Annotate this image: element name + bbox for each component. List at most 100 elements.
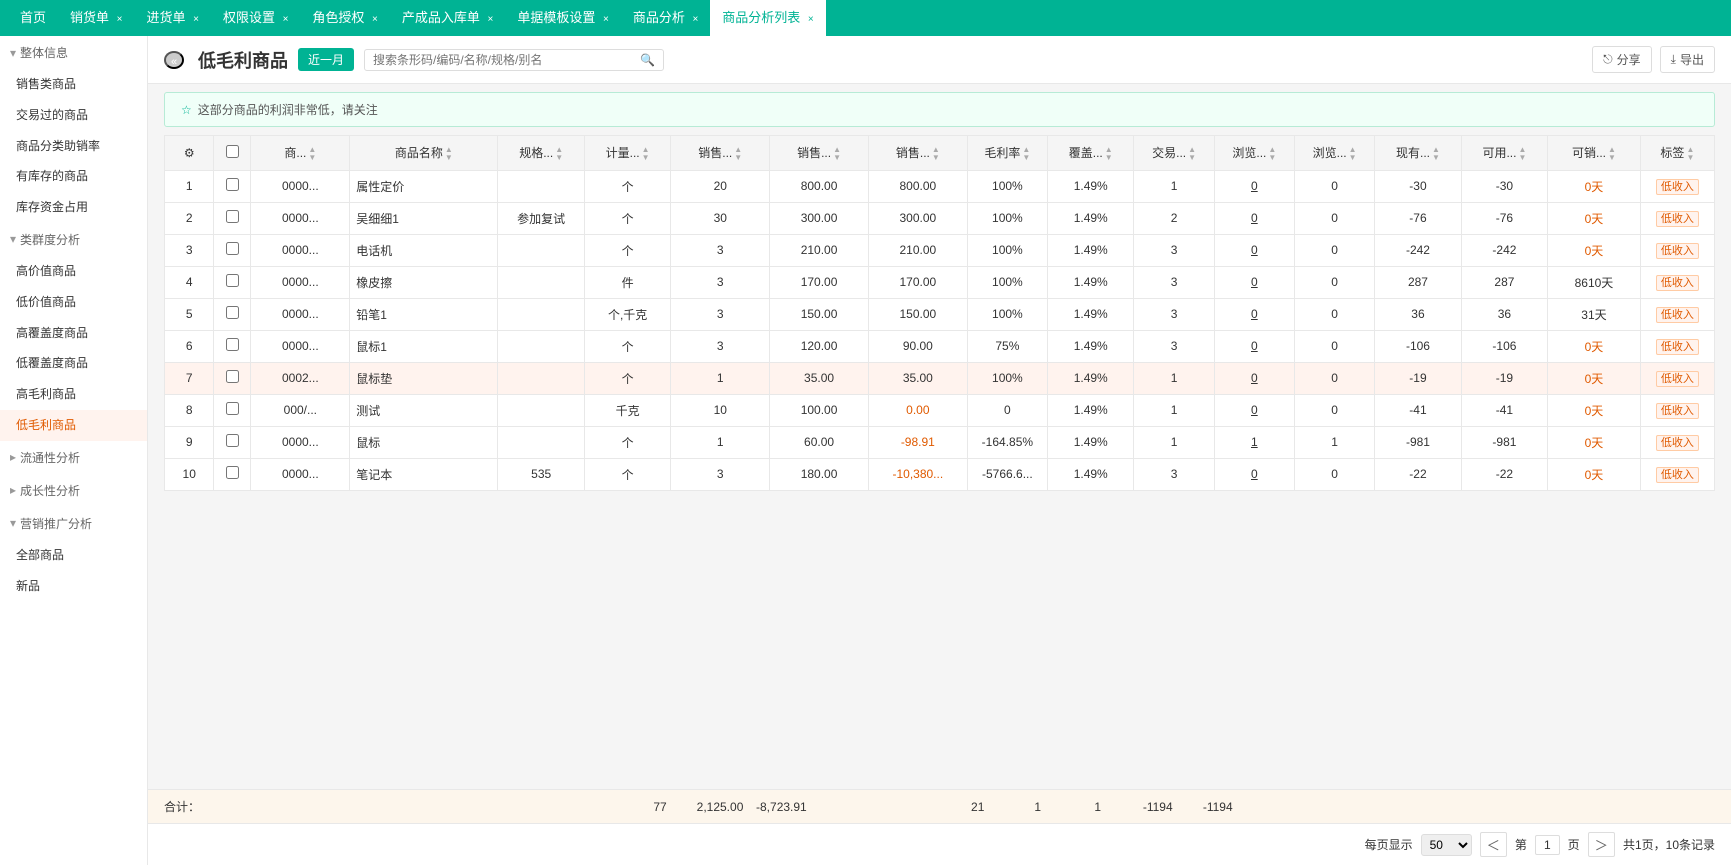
nav-product-entry[interactable]: 产成品入库单 × [390,0,505,36]
th-current[interactable]: 现有...▲▼ [1375,136,1461,171]
nav-role[interactable]: 角色授权 × [300,0,389,36]
row-code-4: 0000... [251,298,350,330]
sidebar-item-all-goods[interactable]: 全部商品 [0,540,147,571]
row-name-9[interactable]: 笔记本 [350,458,498,490]
th-tag[interactable]: 标签▲▼ [1640,136,1714,171]
row-trade-5: 3 [1134,330,1214,362]
th-coverage[interactable]: 覆盖...▲▼ [1048,136,1134,171]
row-browse1-0[interactable]: 0 [1214,170,1294,202]
row-browse1-3[interactable]: 0 [1214,266,1294,298]
share-button[interactable]: ⎋ 分享 [1592,46,1652,73]
row-check-3[interactable] [214,266,251,298]
sidebar-group-marketing[interactable]: ▾ 营销推广分析 [0,507,147,540]
th-settings[interactable]: ⚙ [165,136,214,171]
top-nav: 首页 销货单 × 进货单 × 权限设置 × 角色授权 × 产成品入库单 × 单据… [0,0,1731,36]
search-input[interactable] [373,53,640,67]
search-icon[interactable]: 🔍 [640,53,655,67]
nav-home[interactable]: 首页 [8,0,58,36]
row-browse1-8[interactable]: 1 [1214,426,1294,458]
sidebar-item-sales-goods[interactable]: 销售类商品 [0,69,147,100]
row-name-3[interactable]: 橡皮擦 [350,266,498,298]
th-browse2[interactable]: 浏览...▲▼ [1294,136,1374,171]
th-unit[interactable]: 计量...▲▼ [584,136,670,171]
row-name-8[interactable]: 鼠标 [350,426,498,458]
th-check[interactable] [214,136,251,171]
sidebar-item-traded-goods[interactable]: 交易过的商品 [0,100,147,131]
period-button[interactable]: 近一月 [298,48,354,71]
row-check-4[interactable] [214,298,251,330]
row-browse1-1[interactable]: 0 [1214,202,1294,234]
row-num-1: 2 [165,202,214,234]
nav-sales[interactable]: 销货单 × [58,0,134,36]
sidebar-item-low-profit[interactable]: 低毛利商品 [0,410,147,441]
sidebar-item-high-coverage[interactable]: 高覆盖度商品 [0,318,147,349]
sidebar-item-high-profit[interactable]: 高毛利商品 [0,379,147,410]
sidebar-item-stock-goods[interactable]: 有库存的商品 [0,161,147,192]
th-gross-rate[interactable]: 毛利率▲▼ [967,136,1047,171]
sidebar-item-low-coverage[interactable]: 低覆盖度商品 [0,348,147,379]
row-browse1-2[interactable]: 0 [1214,234,1294,266]
row-name-7[interactable]: 测试 [350,394,498,426]
nav-permission[interactable]: 权限设置 × [211,0,300,36]
th-trade[interactable]: 交易...▲▼ [1134,136,1214,171]
row-name-2[interactable]: 电话机 [350,234,498,266]
row-num-7: 8 [165,394,214,426]
row-browse1-4[interactable]: 0 [1214,298,1294,330]
sidebar-item-new-goods[interactable]: 新品 [0,571,147,602]
row-name-4[interactable]: 铅笔1 [350,298,498,330]
nav-product-analysis[interactable]: 商品分析 × [621,0,710,36]
row-name-5[interactable]: 鼠标1 [350,330,498,362]
prev-page-btn[interactable]: ＜ [1480,832,1507,857]
per-page-select[interactable]: 50 100 200 [1421,834,1472,856]
footer-label: 合计： [164,798,200,815]
sidebar-group-overall[interactable]: ▾ 整体信息 [0,36,147,69]
row-check-0[interactable] [214,170,251,202]
sidebar-item-high-value[interactable]: 高价值商品 [0,256,147,287]
row-check-1[interactable] [214,202,251,234]
nav-product-analysis-list[interactable]: 商品分析列表 × [710,0,825,36]
th-sale-qty[interactable]: 销售...▲▼ [671,136,770,171]
th-sale-profit[interactable]: 销售...▲▼ [868,136,967,171]
row-code-1: 0000... [251,202,350,234]
row-browse1-5[interactable]: 0 [1214,330,1294,362]
th-code[interactable]: 商...▲▼ [251,136,350,171]
sidebar-group-circulation[interactable]: ▸ 流通性分析 [0,441,147,474]
row-name-6[interactable]: 鼠标垫 [350,362,498,394]
sidebar-item-stock-funds[interactable]: 库存资金占用 [0,192,147,223]
row-unit-6: 个 [584,362,670,394]
row-name-0[interactable]: 属性定价 [350,170,498,202]
row-name-1[interactable]: 吴细细1 [350,202,498,234]
th-name[interactable]: 商品名称▲▼ [350,136,498,171]
row-sale-price-5: 120.00 [770,330,869,362]
sidebar-group-growth[interactable]: ▸ 成长性分析 [0,474,147,507]
select-all-checkbox[interactable] [226,145,239,158]
row-trade-1: 2 [1134,202,1214,234]
th-sale-price[interactable]: 销售...▲▼ [770,136,869,171]
next-page-btn[interactable]: ＞ [1588,832,1615,857]
sidebar-group-cluster[interactable]: ▾ 类群度分析 [0,223,147,256]
row-check-7[interactable] [214,394,251,426]
row-check-5[interactable] [214,330,251,362]
sidebar-item-low-value[interactable]: 低价值商品 [0,287,147,318]
row-spec-1: 参加复试 [498,202,584,234]
row-check-9[interactable] [214,458,251,490]
th-available[interactable]: 可用...▲▼ [1461,136,1547,171]
row-browse1-9[interactable]: 0 [1214,458,1294,490]
row-check-6[interactable] [214,362,251,394]
arrow-marketing-icon: ▾ [10,516,16,530]
nav-purchase[interactable]: 进货单 × [134,0,210,36]
row-check-2[interactable] [214,234,251,266]
nav-template[interactable]: 单据模板设置 × [505,0,620,36]
th-browse1[interactable]: 浏览...▲▼ [1214,136,1294,171]
sidebar-collapse-btn[interactable]: « [164,51,184,69]
row-browse1-6[interactable]: 0 [1214,362,1294,394]
sidebar-item-category-rate[interactable]: 商品分类助销率 [0,131,147,162]
row-check-8[interactable] [214,426,251,458]
page-title: 低毛利商品 [198,47,288,73]
row-coverage-1: 1.49% [1048,202,1134,234]
th-spec[interactable]: 规格...▲▼ [498,136,584,171]
export-button[interactable]: ⤓ 导出 [1660,46,1715,73]
th-sellable[interactable]: 可销...▲▼ [1548,136,1641,171]
row-browse1-7[interactable]: 0 [1214,394,1294,426]
warning-text: 这部分商品的利润非常低，请关注 [198,101,378,118]
